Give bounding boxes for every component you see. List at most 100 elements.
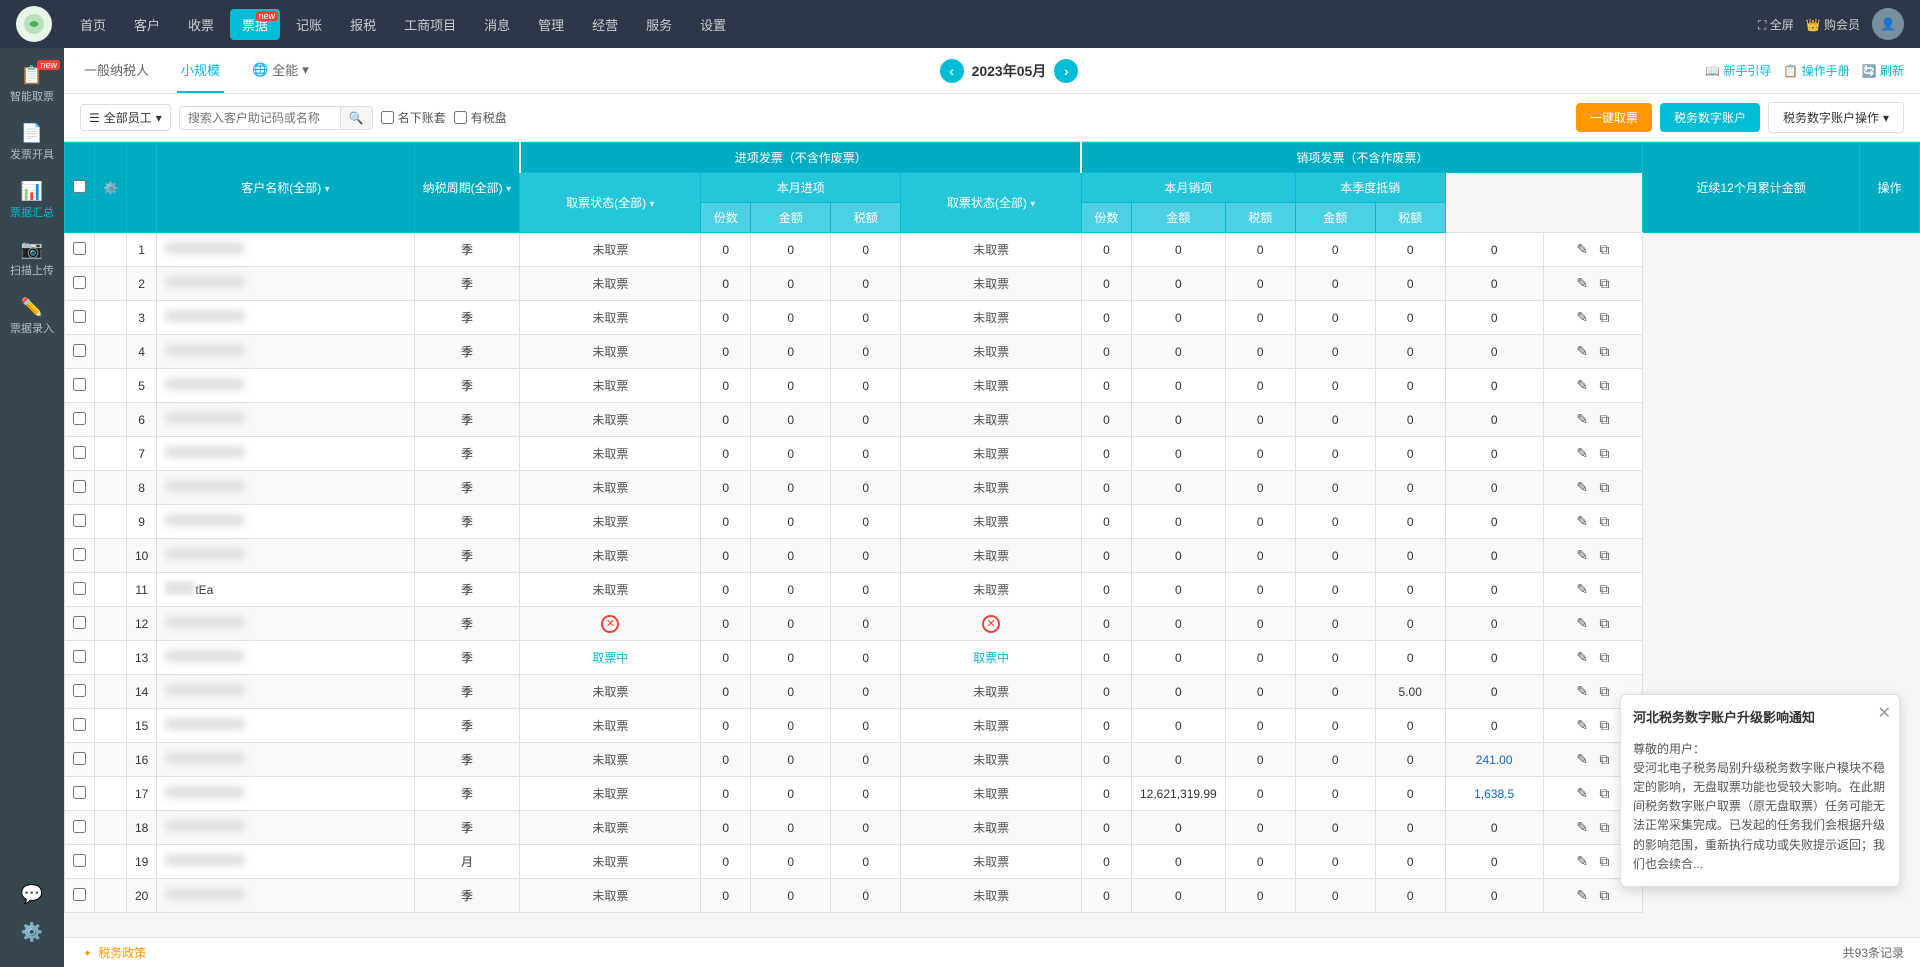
edit-btn[interactable]: ✎ — [1572, 477, 1592, 498]
edit-btn[interactable]: ✎ — [1572, 749, 1592, 770]
row-checkbox[interactable] — [73, 480, 86, 493]
row-checkbox-cell[interactable] — [65, 675, 95, 709]
copy-btn[interactable]: ⧉ — [1595, 545, 1613, 566]
row-checkbox-cell[interactable] — [65, 335, 95, 369]
nav-settings[interactable]: 设置 — [688, 9, 738, 40]
next-month-btn[interactable]: › — [1054, 59, 1078, 83]
edit-btn[interactable]: ✎ — [1572, 341, 1592, 362]
copy-btn[interactable]: ⧉ — [1595, 409, 1613, 430]
sidebar-item-scan[interactable]: 📷 扫描上传 — [0, 230, 64, 288]
sidebar-chat[interactable]: 💬 — [17, 875, 47, 913]
sidebar-item-entry[interactable]: ✏️ 票据录入 — [0, 288, 64, 346]
row-checkbox-cell[interactable] — [65, 709, 95, 743]
checkbox-has-taxdisk[interactable]: 有税盘 — [454, 109, 507, 126]
nav-service[interactable]: 服务 — [634, 9, 684, 40]
copy-btn[interactable]: ⧉ — [1595, 477, 1613, 498]
row-checkbox-cell[interactable] — [65, 539, 95, 573]
nav-tax[interactable]: 报税 — [338, 9, 388, 40]
sidebar-settings[interactable]: ⚙️ — [17, 913, 47, 951]
copy-btn[interactable]: ⧉ — [1595, 579, 1613, 600]
edit-btn[interactable]: ✎ — [1572, 613, 1592, 634]
row-checkbox[interactable] — [73, 820, 86, 833]
sidebar-item-smart-invoice[interactable]: 📋 智能取票 new — [0, 56, 64, 114]
row-checkbox[interactable] — [73, 582, 86, 595]
row-checkbox[interactable] — [73, 310, 86, 323]
search-button[interactable]: 🔍 — [340, 107, 372, 129]
row-checkbox[interactable] — [73, 888, 86, 901]
copy-btn[interactable]: ⧉ — [1595, 749, 1613, 770]
th-client-name[interactable]: 客户名称(全部) ▾ — [157, 143, 414, 233]
row-checkbox-cell[interactable] — [65, 369, 95, 403]
nav-client[interactable]: 客户 — [122, 9, 172, 40]
edit-btn[interactable]: ✎ — [1572, 885, 1592, 906]
copy-btn[interactable]: ⧉ — [1595, 375, 1613, 396]
row-checkbox-cell[interactable] — [65, 267, 95, 301]
row-checkbox-cell[interactable] — [65, 573, 95, 607]
copy-btn[interactable]: ⧉ — [1595, 341, 1613, 362]
tab-all-dropdown-icon[interactable]: ▾ — [302, 62, 309, 78]
employee-select[interactable]: ☰ 全部员工 ▾ — [80, 104, 171, 131]
row-checkbox-cell[interactable] — [65, 777, 95, 811]
edit-btn[interactable]: ✎ — [1572, 579, 1592, 600]
th-checkbox[interactable] — [65, 143, 95, 233]
copy-btn[interactable]: ⧉ — [1595, 273, 1613, 294]
sidebar-item-summary[interactable]: 📊 票据汇总 — [0, 172, 64, 230]
edit-btn[interactable]: ✎ — [1572, 715, 1592, 736]
row-checkbox[interactable] — [73, 616, 86, 629]
checkbox-own-accounts[interactable]: 名下账套 — [381, 109, 446, 126]
copy-btn[interactable]: ⧉ — [1595, 817, 1613, 838]
new-guide-btn[interactable]: 📖 新手引导 — [1705, 62, 1771, 79]
search-input[interactable] — [180, 107, 340, 129]
row-checkbox-cell[interactable] — [65, 879, 95, 913]
copy-btn[interactable]: ⧉ — [1595, 613, 1613, 634]
tab-general-taxpayer[interactable]: 一般纳税人 — [80, 48, 153, 93]
nav-manage[interactable]: 管理 — [526, 9, 576, 40]
digital-account-btn[interactable]: 税务数字账户 — [1660, 103, 1760, 132]
tab-small-scale[interactable]: 小规模 — [177, 48, 224, 93]
nav-operation[interactable]: 经营 — [580, 9, 630, 40]
edit-btn[interactable]: ✎ — [1572, 273, 1592, 294]
copy-btn[interactable]: ⧉ — [1595, 715, 1613, 736]
row-checkbox-cell[interactable] — [65, 471, 95, 505]
th-outcome-status[interactable]: 取票状态(全部) ▾ — [901, 173, 1082, 233]
tab-all[interactable]: 🌐 全能 ▾ — [248, 48, 313, 93]
row-checkbox-cell[interactable] — [65, 233, 95, 267]
nav-bookkeeping[interactable]: 记账 — [284, 9, 334, 40]
row-checkbox[interactable] — [73, 446, 86, 459]
one-click-invoice-btn[interactable]: 一键取票 — [1576, 103, 1652, 132]
copy-btn[interactable]: ⧉ — [1595, 681, 1613, 702]
edit-btn[interactable]: ✎ — [1572, 817, 1592, 838]
row-checkbox[interactable] — [73, 786, 86, 799]
manual-btn[interactable]: 📋 操作手册 — [1783, 62, 1849, 79]
row-checkbox[interactable] — [73, 548, 86, 561]
nav-home[interactable]: 首页 — [68, 9, 118, 40]
edit-btn[interactable]: ✎ — [1572, 409, 1592, 430]
copy-btn[interactable]: ⧉ — [1595, 783, 1613, 804]
edit-btn[interactable]: ✎ — [1572, 511, 1592, 532]
row-checkbox-cell[interactable] — [65, 811, 95, 845]
edit-btn[interactable]: ✎ — [1572, 307, 1592, 328]
row-checkbox-cell[interactable] — [65, 641, 95, 675]
row-checkbox[interactable] — [73, 718, 86, 731]
edit-btn[interactable]: ✎ — [1572, 647, 1592, 668]
row-checkbox-cell[interactable] — [65, 743, 95, 777]
copy-btn[interactable]: ⧉ — [1595, 885, 1613, 906]
row-checkbox[interactable] — [73, 514, 86, 527]
notification-close-btn[interactable]: ✕ — [1878, 703, 1891, 723]
edit-btn[interactable]: ✎ — [1572, 443, 1592, 464]
copy-btn[interactable]: ⧉ — [1595, 307, 1613, 328]
row-checkbox[interactable] — [73, 684, 86, 697]
member-btn[interactable]: 👑 购会员 — [1806, 16, 1860, 33]
nav-business[interactable]: 工商项目 — [392, 9, 468, 40]
edit-btn[interactable]: ✎ — [1572, 851, 1592, 872]
copy-btn[interactable]: ⧉ — [1595, 647, 1613, 668]
copy-btn[interactable]: ⧉ — [1595, 443, 1613, 464]
edit-btn[interactable]: ✎ — [1572, 681, 1592, 702]
row-checkbox[interactable] — [73, 276, 86, 289]
edit-btn[interactable]: ✎ — [1572, 375, 1592, 396]
refresh-btn[interactable]: 🔄 刷新 — [1862, 62, 1904, 79]
select-all-checkbox[interactable] — [73, 180, 86, 193]
sidebar-item-open-invoice[interactable]: 📄 发票开具 — [0, 114, 64, 172]
row-checkbox-cell[interactable] — [65, 845, 95, 879]
copy-btn[interactable]: ⧉ — [1595, 851, 1613, 872]
